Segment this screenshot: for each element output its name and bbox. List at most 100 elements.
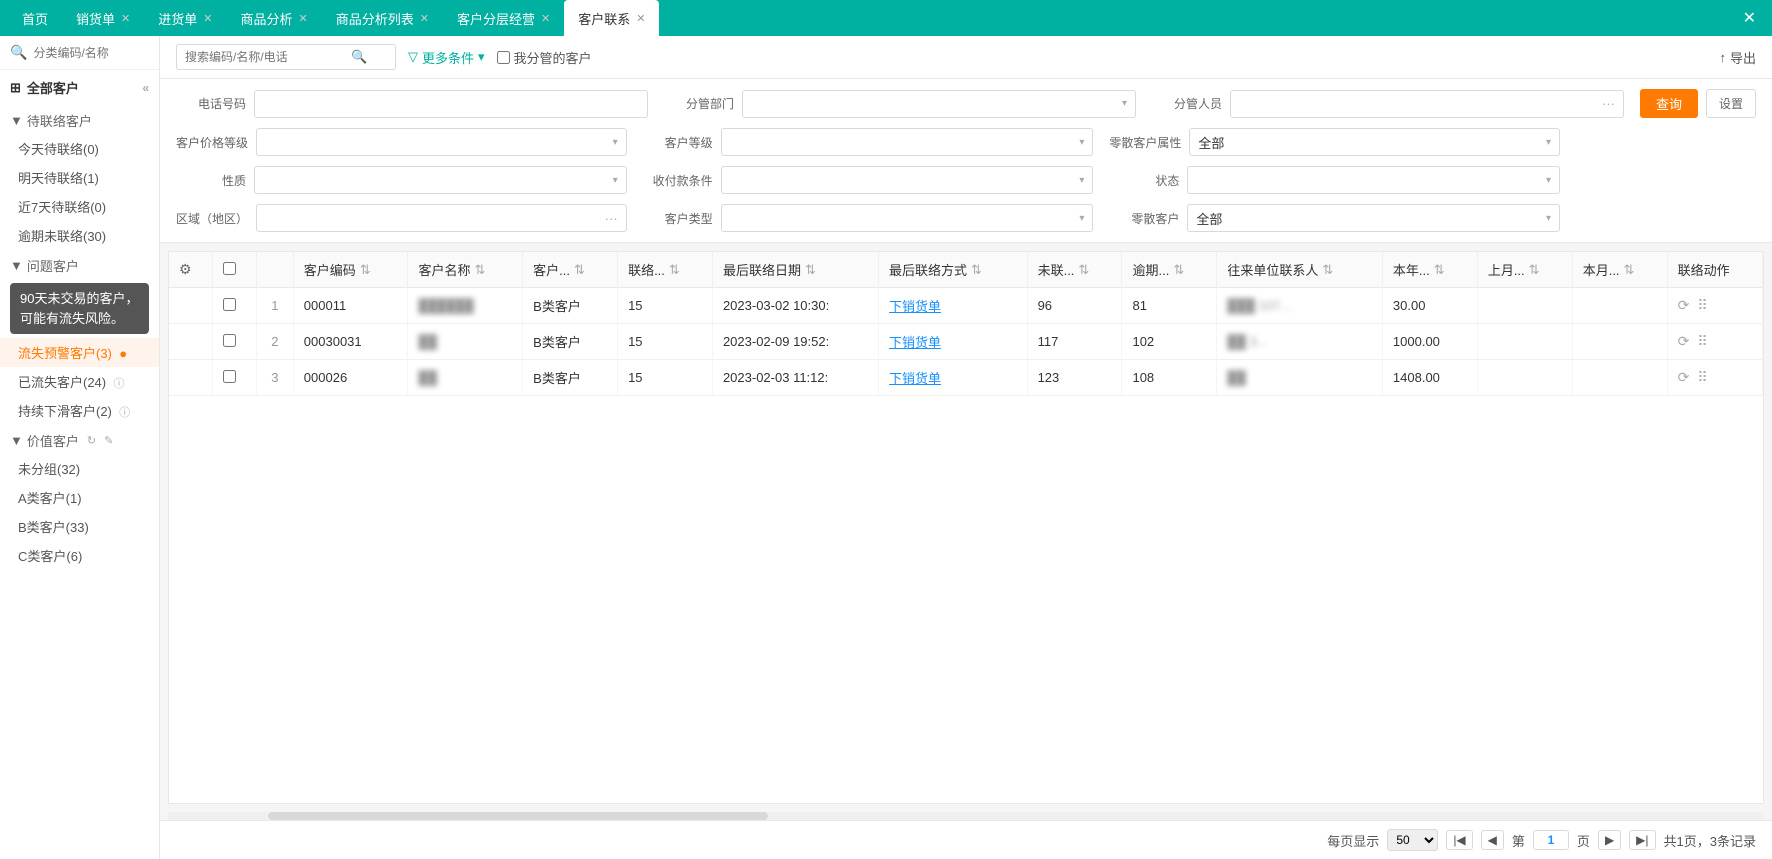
tab-purchase-close[interactable]: ✕: [203, 12, 212, 25]
cell-method-1[interactable]: 下销货单: [878, 324, 1027, 360]
tab-customer-tier[interactable]: 客户分层经营 ✕: [443, 0, 564, 36]
filter-scattered-select[interactable]: 全部 ▾: [1187, 204, 1560, 232]
orange-dot-icon: ●: [119, 346, 127, 361]
sidebar-item-a-class[interactable]: A类客户(1): [0, 483, 159, 512]
sidebar-collapse-icon[interactable]: «: [142, 81, 149, 95]
content-area: 🔍 ▽ 更多条件 ▾ 我分管的客户 ↑ 导出 电话号码: [160, 36, 1772, 859]
filter-customer-grade-select[interactable]: ▾: [721, 128, 1094, 156]
filter-more-button[interactable]: ▽ 更多条件 ▾: [408, 48, 485, 67]
prev-page-button[interactable]: ◀: [1481, 830, 1504, 850]
page-number-input[interactable]: [1533, 830, 1569, 850]
cell-check-2[interactable]: [212, 360, 256, 396]
my-customers-checkbox[interactable]: [497, 51, 510, 64]
filter-phone-input[interactable]: [254, 90, 648, 118]
th-settings[interactable]: ⚙: [169, 252, 212, 288]
select-all-checkbox[interactable]: [223, 262, 236, 275]
th-this-year[interactable]: 本年...⇅: [1382, 252, 1477, 288]
next-page-button[interactable]: ▶: [1598, 830, 1621, 850]
filter-status-select[interactable]: ▾: [1187, 166, 1560, 194]
per-page-select[interactable]: 50 100: [1387, 829, 1438, 851]
sidebar-item-b-class[interactable]: B类客户(33): [0, 512, 159, 541]
tab-product-list-close[interactable]: ✕: [420, 12, 429, 25]
settings-button[interactable]: 设置: [1706, 89, 1756, 118]
cell-this-year-0: 30.00: [1382, 288, 1477, 324]
sidebar-item-tomorrow[interactable]: 明天待联络(1): [0, 163, 159, 192]
th-contact[interactable]: 联络...⇅: [618, 252, 713, 288]
window-close-icon[interactable]: ✕: [1735, 8, 1764, 28]
sidebar-item-7days[interactable]: 近7天待联络(0): [0, 192, 159, 221]
action-link-icon-2[interactable]: ⟳: [1678, 369, 1690, 386]
filter-price-grade-label: 客户价格等级: [176, 134, 248, 151]
last-page-button[interactable]: ▶|: [1629, 830, 1655, 850]
sidebar-tooltip: 90天未交易的客户，可能有流失风险。: [10, 283, 149, 334]
row-checkbox-1[interactable]: [223, 334, 236, 347]
tab-product-list[interactable]: 商品分析列表 ✕: [322, 0, 443, 36]
row-checkbox-2[interactable]: [223, 370, 236, 383]
action-link-icon-1[interactable]: ⟳: [1678, 333, 1690, 350]
tab-purchase[interactable]: 进货单 ✕: [144, 0, 226, 36]
sidebar-item-c-class[interactable]: C类客户(6): [0, 541, 159, 570]
tab-home[interactable]: 首页: [8, 0, 62, 36]
settings-gear-icon[interactable]: ⚙: [179, 261, 192, 277]
sidebar-item-ungrouped[interactable]: 未分组(32): [0, 454, 159, 483]
grid-icon: ⊞: [10, 80, 21, 96]
tab-sales-close[interactable]: ✕: [121, 12, 130, 25]
tab-sales[interactable]: 销货单 ✕: [62, 0, 144, 36]
filter-scattered-attr-select[interactable]: 全部 ▾: [1189, 128, 1560, 156]
cell-method-0[interactable]: 下销货单: [878, 288, 1027, 324]
cell-code-1: 00030031: [293, 324, 408, 360]
tab-customer-contact[interactable]: 客户联系 ✕: [564, 0, 659, 36]
action-link-icon-0[interactable]: ⟳: [1678, 297, 1690, 314]
cell-method-2[interactable]: 下销货单: [878, 360, 1027, 396]
sidebar-item-churn-warning[interactable]: 流失预警客户(3) ●: [0, 338, 159, 367]
sidebar-search-input[interactable]: [33, 46, 160, 60]
my-customers-filter[interactable]: 我分管的客户: [497, 48, 592, 67]
cell-check-1[interactable]: [212, 324, 256, 360]
arrow-4: ▾: [613, 175, 618, 186]
sidebar-item-overdue[interactable]: 逾期未联络(30): [0, 221, 159, 250]
row-checkbox-0[interactable]: [223, 298, 236, 311]
action-more-icon-0[interactable]: ⠿: [1697, 297, 1707, 314]
horizontal-scrollbar[interactable]: [168, 812, 1764, 820]
sidebar-item-today[interactable]: 今天待联络(0): [0, 134, 159, 163]
filter-manager-select[interactable]: ···: [1230, 90, 1624, 118]
export-button[interactable]: ↑ 导出: [1719, 48, 1756, 67]
sidebar-group-value: ▼ 价值客户 ↻ ✎: [0, 425, 159, 454]
th-uncontacted[interactable]: 未联...⇅: [1027, 252, 1122, 288]
th-last-method[interactable]: 最后联络方式⇅: [878, 252, 1027, 288]
tab-customer-contact-close[interactable]: ✕: [636, 12, 645, 25]
filter-type-select[interactable]: ▾: [721, 204, 1094, 232]
sidebar-item-churned[interactable]: 已流失客户(24) ⓘ: [0, 367, 159, 396]
action-more-icon-1[interactable]: ⠿: [1697, 333, 1707, 350]
scroll-thumb[interactable]: [268, 812, 768, 820]
th-category[interactable]: 客户...⇅: [523, 252, 618, 288]
query-button[interactable]: 查询: [1640, 89, 1698, 118]
tab-product-analysis[interactable]: 商品分析 ✕: [226, 0, 321, 36]
tab-customer-tier-close[interactable]: ✕: [541, 12, 550, 25]
action-more-icon-2[interactable]: ⠿: [1697, 369, 1707, 386]
filter-nature-select[interactable]: ▾: [254, 166, 627, 194]
th-last-date[interactable]: 最后联络日期⇅: [712, 252, 878, 288]
th-code[interactable]: 客户编码⇅: [293, 252, 408, 288]
export-icon: ↑: [1719, 50, 1726, 65]
th-unit-contact[interactable]: 往来单位联系人⇅: [1217, 252, 1383, 288]
refresh-icon[interactable]: ↻: [87, 434, 96, 447]
filter-dept-select[interactable]: ▾: [742, 90, 1136, 118]
th-name[interactable]: 客户名称⇅: [408, 252, 523, 288]
edit-icon[interactable]: ✎: [104, 434, 113, 447]
th-overdue[interactable]: 逾期...⇅: [1122, 252, 1217, 288]
first-page-button[interactable]: |◀: [1446, 830, 1472, 850]
filter-row-1: 电话号码 分管部门 ▾ 分管人员 ···: [176, 89, 1756, 118]
cell-check-0[interactable]: [212, 288, 256, 324]
filter-price-grade-select[interactable]: ▾: [256, 128, 627, 156]
th-last-month[interactable]: 上月...⇅: [1477, 252, 1572, 288]
filter-search-input[interactable]: [185, 50, 345, 64]
filter-manager-dots: ···: [1602, 96, 1615, 111]
filter-payment-select[interactable]: ▾: [721, 166, 1094, 194]
sidebar-item-declining[interactable]: 持续下滑客户(2) ⓘ: [0, 396, 159, 425]
th-this-month[interactable]: 本月...⇅: [1572, 252, 1667, 288]
sidebar-all-customers[interactable]: ⊞ 全部客户 «: [0, 70, 159, 105]
tab-product-analysis-close[interactable]: ✕: [299, 12, 308, 25]
th-checkbox[interactable]: [212, 252, 256, 288]
filter-region-select[interactable]: ···: [256, 204, 627, 232]
